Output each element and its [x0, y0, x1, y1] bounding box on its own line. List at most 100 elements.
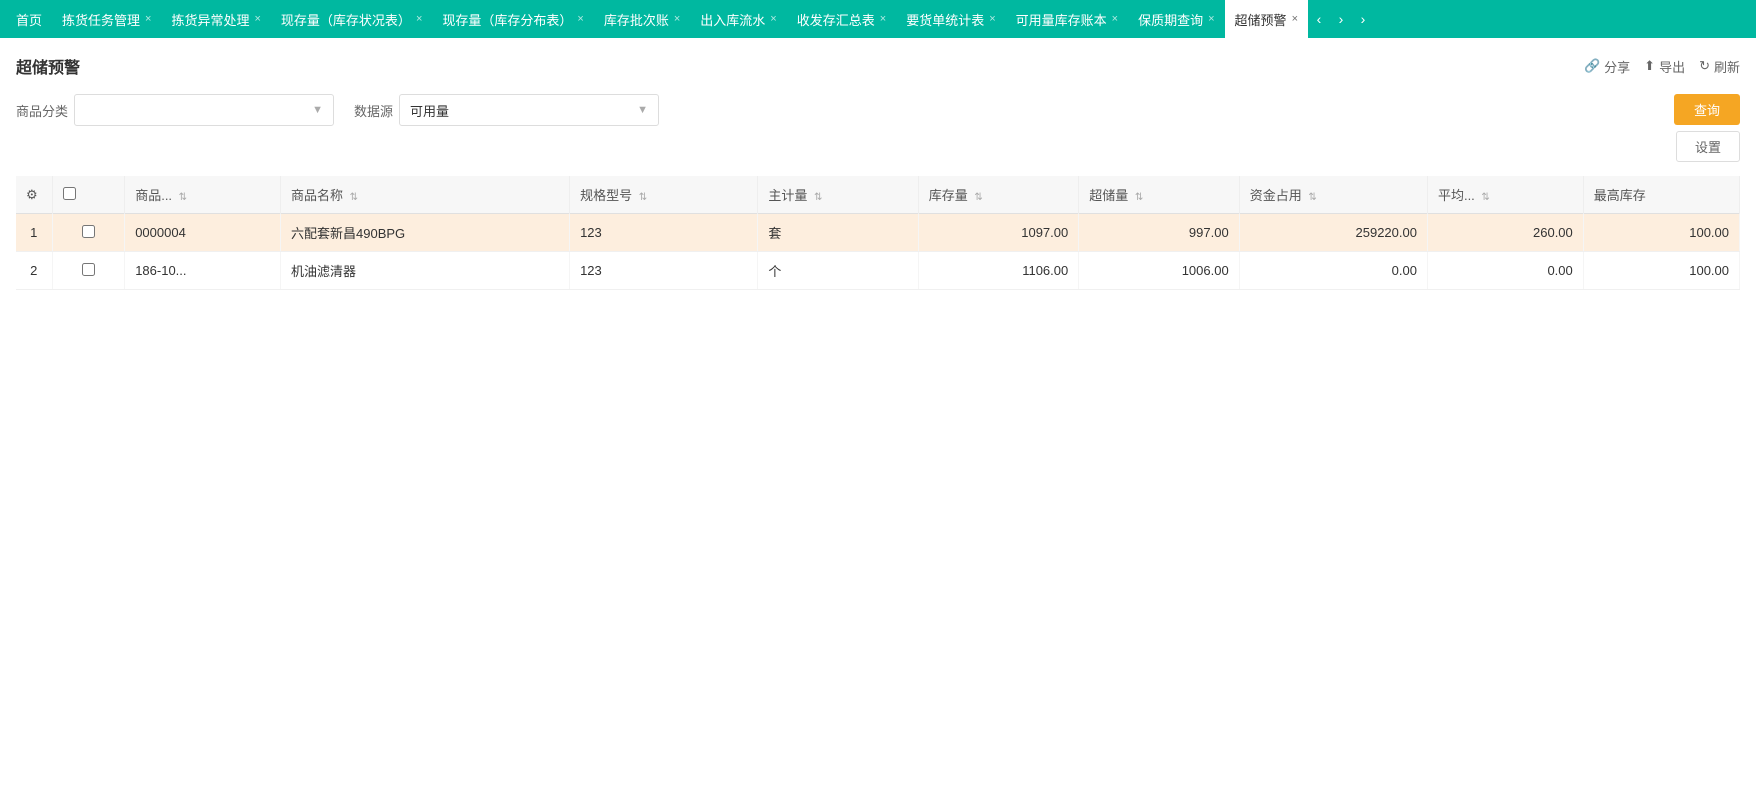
th-avg-label: 平均... [1438, 188, 1475, 203]
close-inout-flow[interactable]: × [770, 13, 776, 25]
sort-icon-capital: ⇅ [1308, 192, 1316, 203]
nav-pick-task[interactable]: 拣货任务管理 × [52, 0, 161, 38]
nav-prev-arrow[interactable]: ‹ [1308, 0, 1330, 38]
td-avg-0: 260.00 [1427, 214, 1583, 252]
th-product-name[interactable]: 商品名称 ⇅ [281, 176, 570, 214]
table-row: 1 0000004 六配套新昌490BPG 123 套 1097.00 997.… [16, 214, 1740, 252]
th-max-stock[interactable]: 最高库存 [1583, 176, 1739, 214]
td-capital-0: 259220.00 [1239, 214, 1427, 252]
page-header: 超储预警 🔗 分享 ⬆ 导出 ↻ 刷新 [16, 54, 1740, 78]
data-source-select[interactable]: 可用量 ▼ [399, 94, 659, 126]
th-capital[interactable]: 资金占用 ⇅ [1239, 176, 1427, 214]
th-overstock-label: 超储量 [1089, 188, 1128, 203]
close-stock-batch[interactable]: × [674, 13, 680, 25]
th-overstock[interactable]: 超储量 ⇅ [1079, 176, 1239, 214]
data-table: ⚙ 商品... ⇅ 商品名称 ⇅ 规格型号 ⇅ 主计量 [16, 176, 1740, 290]
nav-inout-flow[interactable]: 出入库流水 × [690, 0, 786, 38]
page-title: 超储预警 [16, 54, 80, 78]
close-pick-exception[interactable]: × [254, 13, 260, 25]
nav-home[interactable]: 首页 [6, 0, 52, 38]
td-capital-1: 0.00 [1239, 252, 1427, 290]
export-button[interactable]: ⬆ 导出 [1644, 57, 1685, 76]
sort-icon-spec: ⇅ [639, 192, 647, 203]
share-label: 分享 [1604, 57, 1630, 76]
table-header-row: ⚙ 商品... ⇅ 商品名称 ⇅ 规格型号 ⇅ 主计量 [16, 176, 1740, 214]
td-avg-1: 0.00 [1427, 252, 1583, 290]
nav-available-stock[interactable]: 可用量库存账本 × [1006, 0, 1128, 38]
refresh-icon: ↻ [1699, 58, 1710, 74]
th-spec[interactable]: 规格型号 ⇅ [570, 176, 758, 214]
td-product-name-0: 六配套新昌490BPG [281, 214, 570, 252]
share-button[interactable]: 🔗 分享 [1584, 57, 1630, 76]
td-max-stock-1: 100.00 [1583, 252, 1739, 290]
data-source-value: 可用量 [410, 101, 449, 120]
nav-stock-status[interactable]: 现存量（库存状况表）× [271, 0, 432, 38]
product-category-filter: 商品分类 ▼ [16, 94, 334, 126]
nav-recv-send[interactable]: 收发存汇总表 × [787, 0, 896, 38]
close-available-stock[interactable]: × [1112, 13, 1118, 25]
chevron-down-icon2: ▼ [637, 104, 648, 116]
th-settings-gear[interactable]: ⚙ [16, 176, 52, 214]
query-button[interactable]: 查询 [1674, 94, 1740, 125]
sort-icon-unit: ⇅ [814, 192, 822, 203]
close-stock-status[interactable]: × [416, 13, 422, 25]
td-checkbox-1[interactable] [52, 252, 125, 290]
th-checkbox[interactable] [52, 176, 125, 214]
nav-stock-dist[interactable]: 现存量（库存分布表）× [432, 0, 593, 38]
close-recv-send[interactable]: × [880, 13, 886, 25]
td-overstock-1: 1006.00 [1079, 252, 1239, 290]
td-spec-0: 123 [570, 214, 758, 252]
nav-quality-period[interactable]: 保质期查询 × [1128, 0, 1224, 38]
th-unit-label: 主计量 [768, 188, 807, 203]
nav-order-stat[interactable]: 要货单统计表 × [896, 0, 1005, 38]
nav-expand-arrow[interactable]: › [1352, 0, 1374, 38]
filter-row: 商品分类 ▼ 数据源 可用量 ▼ 查询 设置 [16, 94, 1740, 162]
td-seq-0: 1 [16, 214, 52, 252]
th-avg[interactable]: 平均... ⇅ [1427, 176, 1583, 214]
close-stock-dist[interactable]: × [577, 13, 583, 25]
nav-next-arrow[interactable]: › [1330, 0, 1352, 38]
share-icon: 🔗 [1584, 58, 1600, 74]
page-content: 超储预警 🔗 分享 ⬆ 导出 ↻ 刷新 商品分类 ▼ [0, 38, 1756, 800]
close-pick-task[interactable]: × [145, 13, 151, 25]
td-unit-0: 套 [758, 214, 918, 252]
row-checkbox-1[interactable] [82, 263, 95, 276]
product-category-label: 商品分类 [16, 101, 68, 120]
td-checkbox-0[interactable] [52, 214, 125, 252]
th-spec-label: 规格型号 [580, 188, 632, 203]
td-seq-1: 2 [16, 252, 52, 290]
td-spec-1: 123 [570, 252, 758, 290]
th-unit[interactable]: 主计量 ⇅ [758, 176, 918, 214]
close-quality-period[interactable]: × [1208, 13, 1214, 25]
td-stock-0: 1097.00 [918, 214, 1078, 252]
close-order-stat[interactable]: × [989, 13, 995, 25]
select-all-checkbox[interactable] [63, 187, 76, 200]
refresh-button[interactable]: ↻ 刷新 [1699, 57, 1740, 76]
th-stock[interactable]: 库存量 ⇅ [918, 176, 1078, 214]
nav-overstock-warning[interactable]: 超储预警 × [1225, 0, 1308, 38]
th-product-code[interactable]: 商品... ⇅ [125, 176, 281, 214]
td-product-code-1: 186-10... [125, 252, 281, 290]
td-product-code-0: 0000004 [125, 214, 281, 252]
settings-button[interactable]: 设置 [1676, 131, 1740, 162]
th-product-code-label: 商品... [135, 188, 172, 203]
th-stock-label: 库存量 [929, 188, 968, 203]
nav-pick-exception[interactable]: 拣货异常处理 × [161, 0, 270, 38]
td-stock-1: 1106.00 [918, 252, 1078, 290]
product-category-select[interactable]: ▼ [74, 94, 334, 126]
close-overstock-warning[interactable]: × [1292, 13, 1298, 25]
th-capital-label: 资金占用 [1250, 188, 1302, 203]
td-product-name-1: 机油滤清器 [281, 252, 570, 290]
th-max-stock-label: 最高库存 [1594, 188, 1646, 203]
gear-icon: ⚙ [26, 187, 38, 202]
export-label: 导出 [1659, 57, 1685, 76]
th-product-name-label: 商品名称 [291, 188, 343, 203]
row-checkbox-0[interactable] [82, 225, 95, 238]
header-actions: 🔗 分享 ⬆ 导出 ↻ 刷新 [1584, 57, 1740, 76]
td-overstock-0: 997.00 [1079, 214, 1239, 252]
data-source-label: 数据源 [354, 101, 393, 120]
sort-icon-product-code: ⇅ [179, 192, 187, 203]
chevron-down-icon: ▼ [312, 104, 323, 116]
sort-icon-avg: ⇅ [1481, 192, 1489, 203]
nav-stock-batch[interactable]: 库存批次账 × [594, 0, 690, 38]
